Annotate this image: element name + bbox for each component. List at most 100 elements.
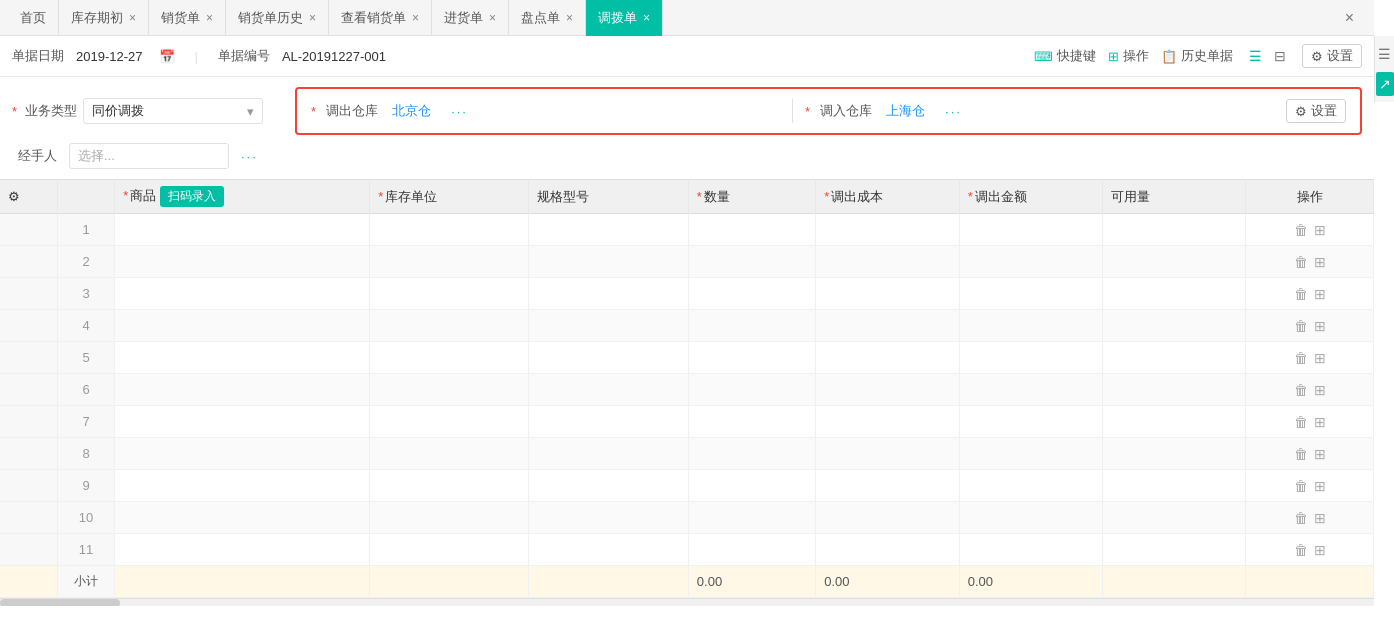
history-button[interactable]: 📋 历史单据	[1161, 47, 1233, 65]
in-warehouse-more[interactable]: ···	[945, 104, 962, 119]
cell-qty[interactable]	[688, 214, 815, 246]
cell-unit[interactable]	[370, 214, 529, 246]
cell-qty[interactable]	[688, 342, 815, 374]
tab-item-transfer[interactable]: 调拨单×	[586, 0, 663, 36]
copy-icon[interactable]: ⊞	[1314, 254, 1326, 270]
delete-icon[interactable]: 🗑	[1294, 414, 1308, 430]
tab-item-sales-history[interactable]: 销货单历史×	[226, 0, 329, 36]
cell-amount[interactable]	[959, 278, 1102, 310]
cell-product[interactable]	[115, 310, 370, 342]
cell-amount[interactable]	[959, 438, 1102, 470]
delete-icon[interactable]: 🗑	[1294, 222, 1308, 238]
cell-spec[interactable]	[529, 310, 688, 342]
tab-item-inventory-check[interactable]: 盘点单×	[509, 0, 586, 36]
cell-unit[interactable]	[370, 502, 529, 534]
cell-spec[interactable]	[529, 246, 688, 278]
cell-cost[interactable]	[816, 438, 959, 470]
cell-product[interactable]	[115, 374, 370, 406]
delete-icon[interactable]: 🗑	[1294, 382, 1308, 398]
cell-unit[interactable]	[370, 470, 529, 502]
cell-spec[interactable]	[529, 342, 688, 374]
cell-product[interactable]	[115, 502, 370, 534]
cell-amount[interactable]	[959, 246, 1102, 278]
settings-button[interactable]: ⚙ 设置	[1302, 44, 1362, 68]
cell-cost[interactable]	[816, 214, 959, 246]
cell-qty[interactable]	[688, 534, 815, 566]
tab-item-view-sales[interactable]: 查看销货单×	[329, 0, 432, 36]
grid-view-button[interactable]: ⊟	[1270, 46, 1290, 66]
cell-cost[interactable]	[816, 374, 959, 406]
cell-spec[interactable]	[529, 278, 688, 310]
cell-amount[interactable]	[959, 310, 1102, 342]
out-warehouse-more[interactable]: ···	[451, 104, 468, 119]
cell-cost[interactable]	[816, 246, 959, 278]
cell-product[interactable]	[115, 438, 370, 470]
tab-close-sales-order[interactable]: ×	[206, 11, 213, 25]
copy-icon[interactable]: ⊞	[1314, 222, 1326, 238]
cell-amount[interactable]	[959, 374, 1102, 406]
handler-more[interactable]: ···	[241, 149, 258, 164]
delete-icon[interactable]: 🗑	[1294, 542, 1308, 558]
cell-qty[interactable]	[688, 470, 815, 502]
sidebar-list-icon[interactable]: ☰	[1376, 42, 1393, 66]
cell-spec[interactable]	[529, 534, 688, 566]
scan-button[interactable]: 扫码录入	[160, 186, 224, 207]
cell-qty[interactable]	[688, 310, 815, 342]
cell-spec[interactable]	[529, 214, 688, 246]
shortcut-button[interactable]: ⌨ 快捷键	[1034, 47, 1096, 65]
cell-product[interactable]	[115, 470, 370, 502]
copy-icon[interactable]: ⊞	[1314, 382, 1326, 398]
cell-product[interactable]	[115, 214, 370, 246]
cell-spec[interactable]	[529, 438, 688, 470]
cell-amount[interactable]	[959, 342, 1102, 374]
copy-icon[interactable]: ⊞	[1314, 414, 1326, 430]
cell-cost[interactable]	[816, 342, 959, 374]
list-view-button[interactable]: ☰	[1245, 46, 1266, 66]
cell-product[interactable]	[115, 534, 370, 566]
copy-icon[interactable]: ⊞	[1314, 286, 1326, 302]
tab-close-view-sales[interactable]: ×	[412, 11, 419, 25]
cell-cost[interactable]	[816, 406, 959, 438]
delete-icon[interactable]: 🗑	[1294, 478, 1308, 494]
sidebar-external-icon[interactable]: ↗	[1376, 72, 1394, 96]
cell-spec[interactable]	[529, 406, 688, 438]
calendar-icon[interactable]: 📅	[159, 49, 175, 64]
cell-amount[interactable]	[959, 214, 1102, 246]
cell-product[interactable]	[115, 246, 370, 278]
cell-cost[interactable]	[816, 470, 959, 502]
cell-spec[interactable]	[529, 502, 688, 534]
cell-unit[interactable]	[370, 278, 529, 310]
cell-qty[interactable]	[688, 246, 815, 278]
cell-amount[interactable]	[959, 406, 1102, 438]
cell-qty[interactable]	[688, 406, 815, 438]
delete-icon[interactable]: 🗑	[1294, 254, 1308, 270]
cell-unit[interactable]	[370, 310, 529, 342]
tab-item-inventory-init[interactable]: 库存期初×	[59, 0, 149, 36]
handler-select[interactable]: 选择...	[69, 143, 229, 169]
cell-unit[interactable]	[370, 246, 529, 278]
cell-unit[interactable]	[370, 406, 529, 438]
copy-icon[interactable]: ⊞	[1314, 446, 1326, 462]
cell-qty[interactable]	[688, 374, 815, 406]
operation-button[interactable]: ⊞ 操作	[1108, 47, 1149, 65]
close-window-button[interactable]: ×	[1333, 9, 1366, 27]
cell-amount[interactable]	[959, 534, 1102, 566]
cell-product[interactable]	[115, 342, 370, 374]
cell-unit[interactable]	[370, 342, 529, 374]
tab-close-sales-history[interactable]: ×	[309, 11, 316, 25]
copy-icon[interactable]: ⊞	[1314, 510, 1326, 526]
copy-icon[interactable]: ⊞	[1314, 542, 1326, 558]
horizontal-scrollbar[interactable]	[0, 598, 1374, 606]
cell-product[interactable]	[115, 278, 370, 310]
cell-spec[interactable]	[529, 470, 688, 502]
tab-item-purchase[interactable]: 进货单×	[432, 0, 509, 36]
copy-icon[interactable]: ⊞	[1314, 318, 1326, 334]
cell-qty[interactable]	[688, 278, 815, 310]
delete-icon[interactable]: 🗑	[1294, 446, 1308, 462]
tab-close-purchase[interactable]: ×	[489, 11, 496, 25]
tab-close-transfer[interactable]: ×	[643, 11, 650, 25]
tab-close-inventory-check[interactable]: ×	[566, 11, 573, 25]
cell-unit[interactable]	[370, 374, 529, 406]
tab-item-home[interactable]: 首页	[8, 0, 59, 36]
tab-item-sales-order[interactable]: 销货单×	[149, 0, 226, 36]
